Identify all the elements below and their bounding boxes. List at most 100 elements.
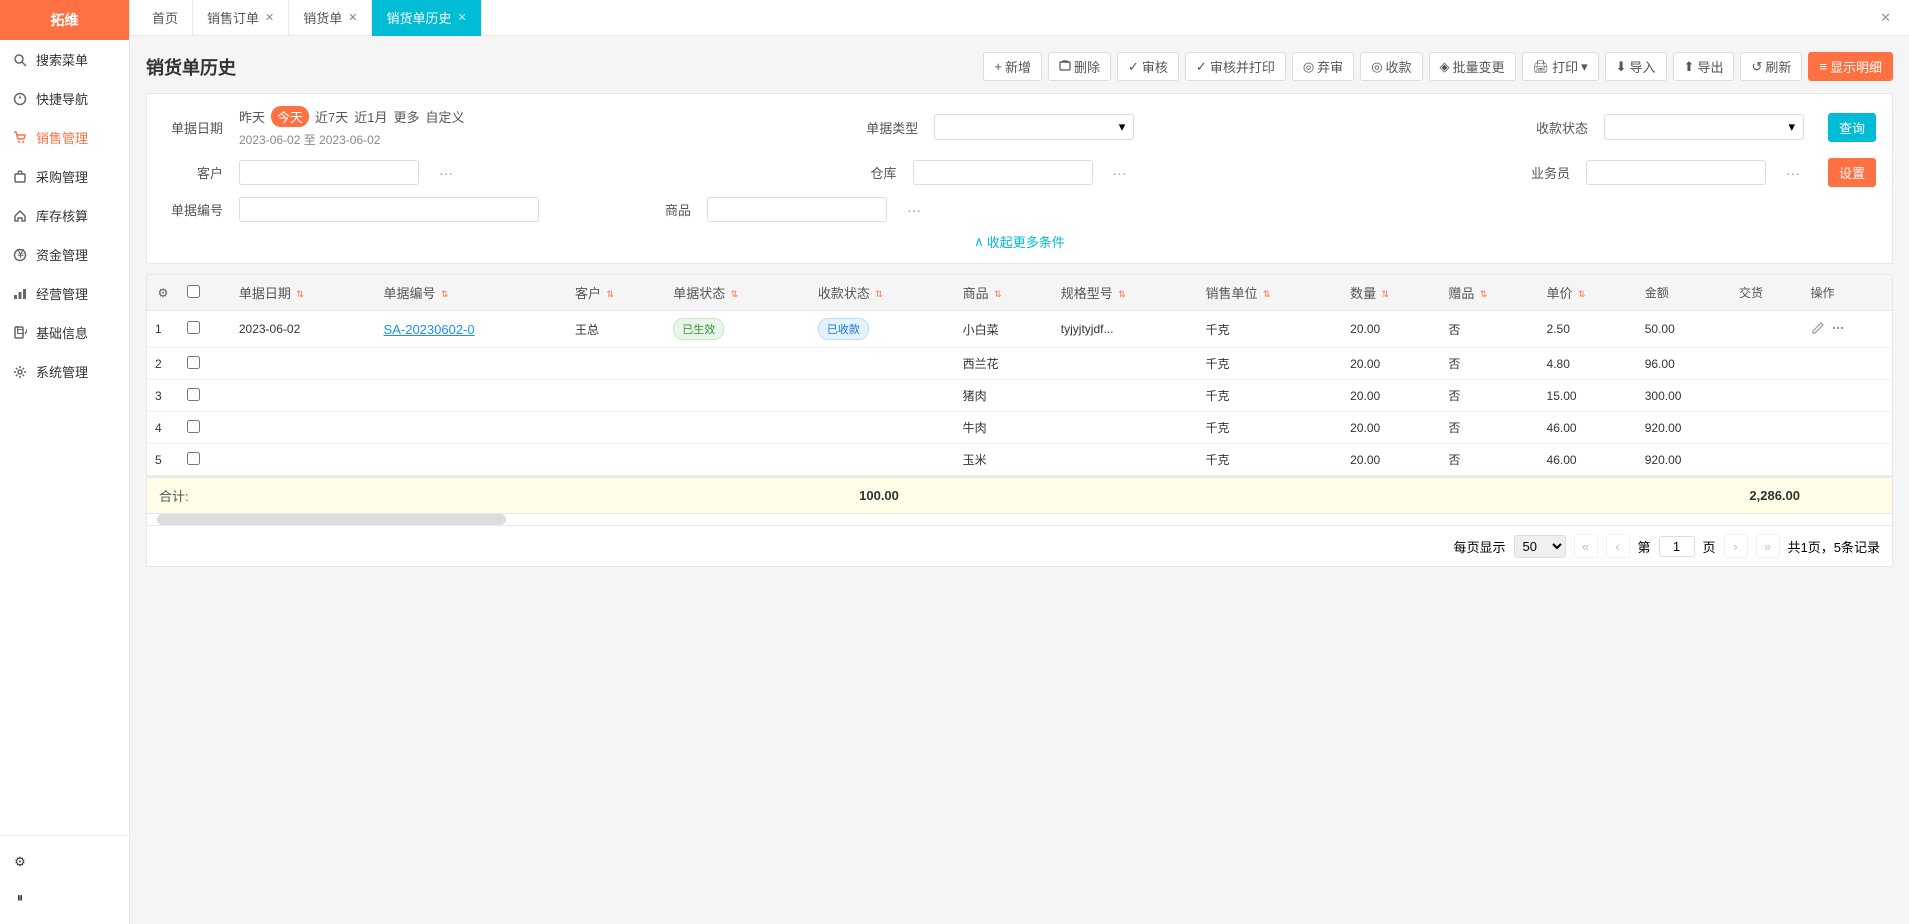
sidebar-item-quick-nav[interactable]: 快捷导航 — [0, 79, 129, 118]
abandon-button[interactable]: ◎ 弃审 — [1292, 52, 1354, 81]
sort-arrow-gift: ⇅ — [1480, 289, 1488, 299]
customer-dots[interactable]: ··· — [435, 165, 457, 181]
sidebar-item-system[interactable]: 系统管理 — [0, 352, 129, 391]
row-checkbox[interactable] — [187, 321, 200, 334]
sort-arrow-goods: ⇅ — [994, 289, 1002, 299]
per-page-select[interactable]: 50 100 200 — [1514, 535, 1566, 558]
sidebar-settings-btn[interactable]: ⚙ — [0, 844, 129, 880]
cell-spec — [1053, 444, 1198, 476]
last-page-btn[interactable]: » — [1756, 534, 1780, 558]
doc-no-label: 单据编号 — [163, 200, 223, 219]
salesperson-input[interactable] — [1586, 160, 1766, 185]
query-button[interactable]: 查询 — [1828, 113, 1876, 142]
cell-unit: 千克 — [1197, 412, 1342, 444]
th-unit[interactable]: 销售单位 ⇅ — [1197, 275, 1342, 311]
th-doc-no[interactable]: 单据编号 ⇅ — [376, 275, 567, 311]
sidebar-pause-btn[interactable]: ⏸ — [0, 880, 129, 916]
shortcut-7days[interactable]: 近7天 — [315, 107, 348, 126]
sidebar-item-purchase-mgmt[interactable]: 采购管理 — [0, 157, 129, 196]
tab-sales-order[interactable]: 销售订单 ✕ — [193, 0, 289, 36]
next-page-btn[interactable]: › — [1724, 534, 1748, 558]
sidebar-item-inventory[interactable]: 库存核算 — [0, 196, 129, 235]
close-all-tabs[interactable]: ✕ — [1870, 10, 1901, 26]
sidebar-item-finance[interactable]: ¥ 资金管理 — [0, 235, 129, 274]
sidebar-item-label: 快捷导航 — [36, 89, 88, 108]
th-goods[interactable]: 商品 ⇅ — [955, 275, 1053, 311]
print-button[interactable]: 🖨 打印 ▾ — [1522, 52, 1599, 81]
th-date[interactable]: 单据日期 ⇅ — [231, 275, 376, 311]
select-all-checkbox[interactable] — [187, 285, 200, 298]
svg-text:EA: EA — [16, 326, 27, 337]
export-button[interactable]: ⬆ 导出 — [1673, 52, 1735, 81]
warehouse-input[interactable] — [913, 160, 1093, 185]
payment-status-badge: 已收款 — [818, 318, 869, 340]
row-checkbox[interactable] — [187, 356, 200, 369]
th-spec[interactable]: 规格型号 ⇅ — [1053, 275, 1198, 311]
sidebar-item-base-info[interactable]: EA 基础信息 — [0, 313, 129, 352]
warehouse-dots[interactable]: ··· — [1109, 165, 1131, 181]
horizontal-scrollbar[interactable] — [147, 513, 1892, 525]
tab-close-sales-goods[interactable]: ✕ — [348, 11, 357, 24]
audit-print-button[interactable]: ✓ 审核并打印 — [1185, 52, 1286, 81]
goods-label: 商品 — [631, 200, 691, 219]
collect-button[interactable]: ◎ 收款 — [1360, 52, 1422, 81]
th-doc-status[interactable]: 单据状态 ⇅ — [665, 275, 810, 311]
shortcut-more[interactable]: 更多 — [394, 107, 420, 126]
data-table: ⚙ 单据日期 ⇅ 单据编号 ⇅ 客户 ⇅ — [147, 275, 1892, 476]
date-shortcuts: 昨天 今天 近7天 近1月 更多 自定义 — [239, 106, 465, 127]
doc-status-badge: 已生效 — [673, 318, 724, 340]
first-page-btn[interactable]: « — [1574, 534, 1598, 558]
cell-doc-no — [376, 444, 567, 476]
shortcut-custom[interactable]: 自定义 — [426, 107, 465, 126]
doc-no-link[interactable]: SA-20230602-0 — [384, 322, 475, 337]
gear-icon — [12, 364, 28, 380]
sidebar-item-sales-mgmt[interactable]: 销售管理 — [0, 118, 129, 157]
row-checkbox[interactable] — [187, 452, 200, 465]
edit-icon[interactable] — [1811, 321, 1825, 338]
refresh-button[interactable]: ↺ 刷新 — [1740, 52, 1802, 81]
add-button[interactable]: + 新增 — [983, 52, 1042, 81]
import-button[interactable]: ⬇ 导入 — [1605, 52, 1667, 81]
tab-home[interactable]: 首页 — [138, 0, 193, 36]
abandon-icon: ◎ — [1303, 59, 1314, 75]
row-checkbox[interactable] — [187, 388, 200, 401]
th-qty[interactable]: 数量 ⇅ — [1342, 275, 1440, 311]
prev-page-btn[interactable]: ‹ — [1606, 534, 1630, 558]
tab-sales-goods[interactable]: 销货单 ✕ — [289, 0, 372, 36]
doc-type-select[interactable]: ▾ — [934, 114, 1134, 140]
collapse-button[interactable]: ∧ 收起更多条件 — [974, 232, 1065, 251]
doc-no-input[interactable] — [239, 197, 539, 222]
more-icon[interactable] — [1831, 321, 1845, 338]
salesperson-dots[interactable]: ··· — [1782, 165, 1804, 181]
cell-doc-no: SA-20230602-0 — [376, 311, 567, 348]
th-payment-status[interactable]: 收款状态 ⇅ — [810, 275, 955, 311]
sort-arrow-unit: ⇅ — [1263, 289, 1271, 299]
payment-status-select[interactable]: ▾ — [1604, 114, 1804, 140]
th-customer[interactable]: 客户 ⇅ — [567, 275, 665, 311]
sidebar-item-search-menu[interactable]: 搜索菜单 — [0, 40, 129, 79]
batch-change-button[interactable]: ◈ 批量变更 — [1429, 52, 1516, 81]
goods-dots[interactable]: ··· — [903, 202, 925, 218]
shortcut-1month[interactable]: 近1月 — [354, 107, 387, 126]
tab-sales-history[interactable]: 销货单历史 ✕ — [372, 0, 481, 36]
th-gift[interactable]: 赠品 ⇅ — [1440, 275, 1538, 311]
tab-close-sales-order[interactable]: ✕ — [265, 11, 274, 24]
sidebar-item-operations[interactable]: 经营管理 — [0, 274, 129, 313]
toolbar: + 新增 删除 ✓ 审核 ✓ — [983, 52, 1893, 81]
audit-button[interactable]: ✓ 审核 — [1117, 52, 1179, 81]
goods-input[interactable] — [707, 197, 887, 222]
settings-button[interactable]: 设置 — [1828, 158, 1876, 187]
page-number-input[interactable] — [1659, 536, 1695, 557]
shortcut-yesterday[interactable]: 昨天 — [239, 107, 265, 126]
sidebar-item-label: 搜索菜单 — [36, 50, 88, 69]
print-icon: 🖨 — [1533, 59, 1550, 75]
tab-close-sales-history[interactable]: ✕ — [458, 11, 467, 24]
table-settings-th[interactable]: ⚙ — [147, 275, 179, 311]
refresh-icon: ↺ — [1751, 59, 1762, 75]
row-checkbox[interactable] — [187, 420, 200, 433]
th-price[interactable]: 单价 ⇅ — [1539, 275, 1637, 311]
shortcut-today[interactable]: 今天 — [271, 106, 309, 127]
delete-button[interactable]: 删除 — [1048, 52, 1111, 81]
customer-input[interactable] — [239, 160, 419, 185]
show-detail-button[interactable]: ≡ 显示明细 — [1808, 52, 1893, 81]
